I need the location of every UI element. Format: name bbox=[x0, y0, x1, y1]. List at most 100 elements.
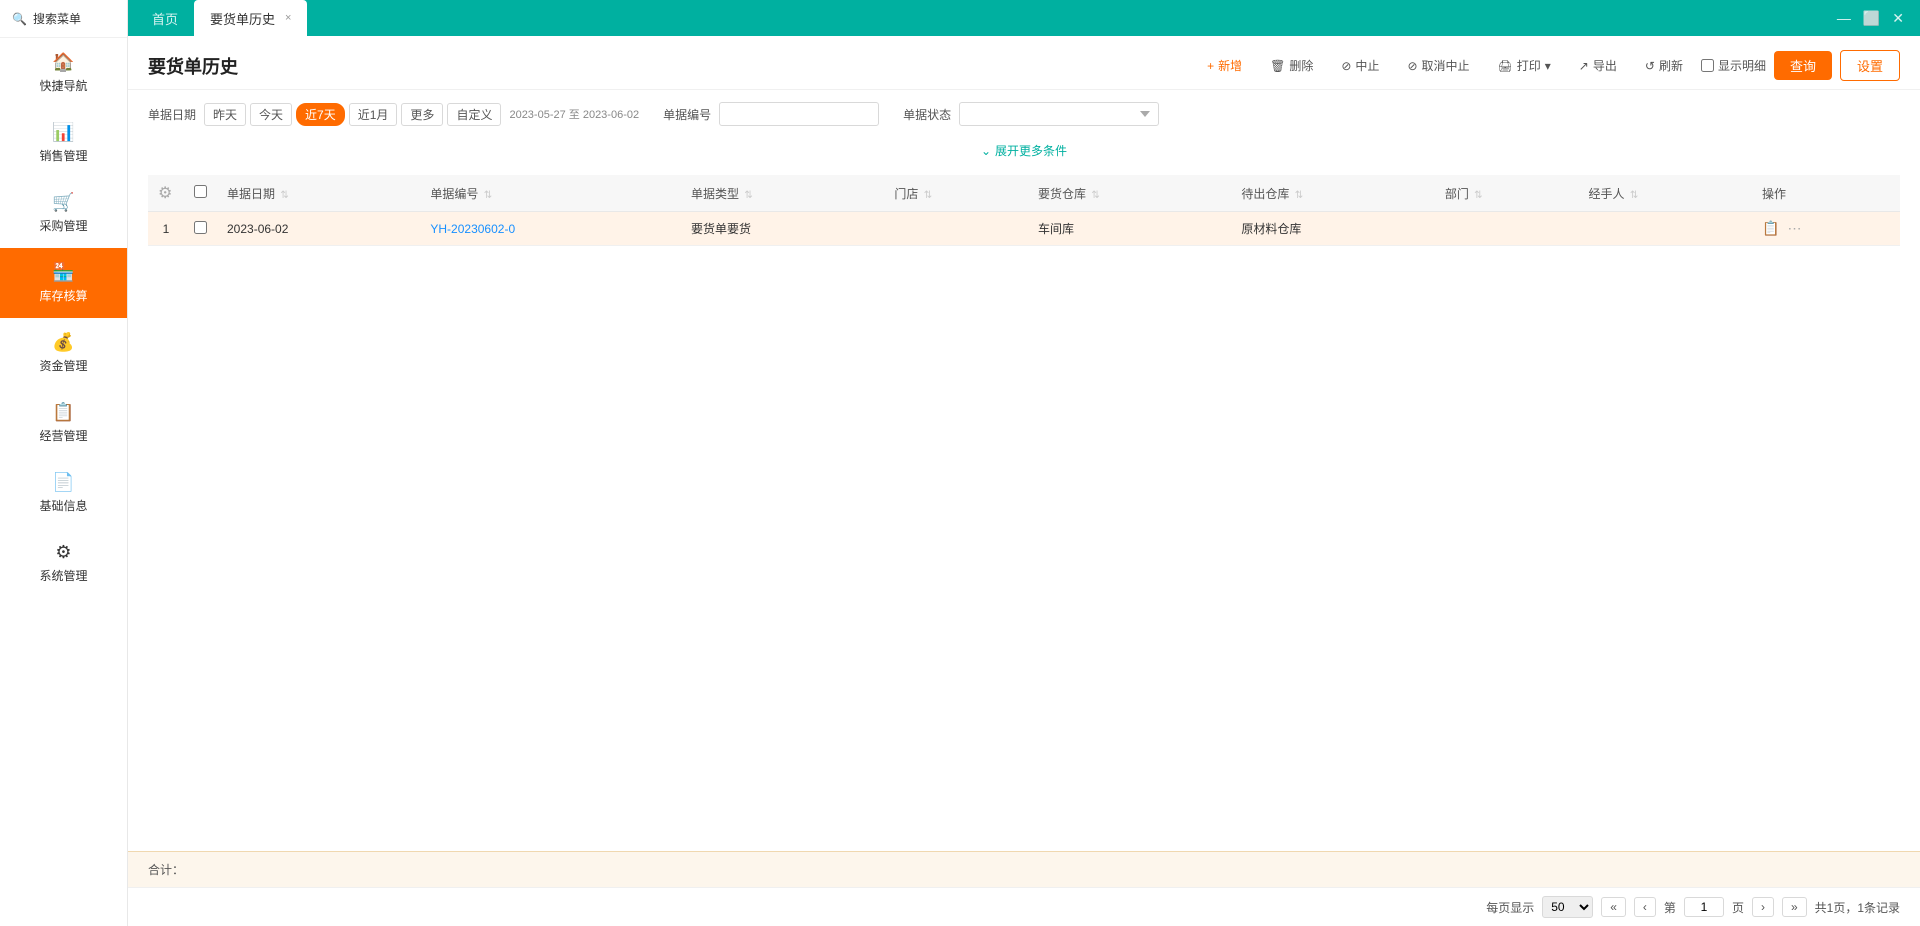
operation-icon: 📋 bbox=[52, 402, 74, 423]
col-pending-warehouse: 待出仓库 ⇅ bbox=[1231, 175, 1434, 212]
date-btn-last7days[interactable]: 近7天 bbox=[296, 103, 345, 126]
sort-req-warehouse-icon[interactable]: ⇅ bbox=[1091, 190, 1099, 201]
date-filter-label: 单据日期 bbox=[148, 106, 196, 123]
filter-area: 单据日期 昨天 今天 近7天 近1月 更多 自定义 2023-05-27 至 2… bbox=[128, 90, 1920, 175]
content-area: 要货单历史 + 新增 🗑 删除 ⊘ 中止 ⊘ 取消中止 bbox=[128, 36, 1920, 926]
date-btn-custom[interactable]: 自定义 bbox=[447, 103, 501, 126]
select-all-checkbox[interactable] bbox=[194, 185, 207, 198]
row-dept bbox=[1435, 212, 1579, 246]
sidebar-item-inventory[interactable]: 🏪 库存核算 bbox=[0, 248, 127, 318]
inventory-icon: 🏪 bbox=[52, 262, 74, 283]
sort-doctype-icon[interactable]: ⇅ bbox=[744, 190, 752, 201]
print-icon: 🖨 bbox=[1498, 59, 1513, 73]
table-footer: 合计： bbox=[128, 851, 1920, 887]
sidebar-item-purchase[interactable]: 🛒 采购管理 bbox=[0, 178, 127, 248]
cancel-stop-icon: ⊘ bbox=[1407, 59, 1417, 73]
col-settings: ⚙ bbox=[148, 175, 184, 212]
sidebar-item-basic[interactable]: 📄 基础信息 bbox=[0, 458, 127, 528]
table-area: ⚙ 单据日期 ⇅ 单据编号 ⇅ bbox=[128, 175, 1920, 851]
row-docno: YH-20230602-0 bbox=[420, 212, 681, 246]
col-req-warehouse-label: 要货仓库 bbox=[1038, 187, 1086, 201]
sidebar-item-quick-nav[interactable]: 🏠 快捷导航 bbox=[0, 38, 127, 108]
tab-bar-right: — ⬜ ✕ bbox=[1837, 10, 1912, 27]
tab-home[interactable]: 首页 bbox=[136, 0, 194, 36]
row-num-value: 1 bbox=[163, 222, 170, 236]
print-button[interactable]: 🖨 打印 ▾ bbox=[1488, 53, 1561, 78]
expand-icon: ⌄ bbox=[981, 144, 991, 158]
sidebar-label-sales: 销售管理 bbox=[39, 147, 87, 164]
settings-icon[interactable]: ⚙ bbox=[158, 185, 172, 202]
sidebar-item-sales[interactable]: 📊 销售管理 bbox=[0, 108, 127, 178]
col-date: 单据日期 ⇅ bbox=[217, 175, 420, 212]
query-button[interactable]: 查询 bbox=[1774, 51, 1832, 80]
page-suffix-label: 页 bbox=[1732, 899, 1744, 916]
window-maximize-icon[interactable]: ⬜ bbox=[1863, 10, 1880, 27]
row-checkbox[interactable] bbox=[194, 221, 207, 234]
sidebar-item-system[interactable]: ⚙ 系统管理 bbox=[0, 528, 127, 598]
col-store: 门店 ⇅ bbox=[884, 175, 1028, 212]
status-filter-label: 单据状态 bbox=[903, 106, 951, 123]
cancel-stop-button[interactable]: ⊘ 取消中止 bbox=[1397, 53, 1479, 78]
sidebar: 🔍 搜索菜单 🏠 快捷导航 📊 销售管理 🛒 采购管理 🏪 库存核算 💰 资金管… bbox=[0, 0, 128, 926]
next-page-button[interactable]: › bbox=[1752, 897, 1774, 917]
sidebar-item-finance[interactable]: 💰 资金管理 bbox=[0, 318, 127, 388]
sidebar-search[interactable]: 🔍 搜索菜单 bbox=[0, 0, 127, 38]
system-icon: ⚙ bbox=[55, 542, 71, 563]
date-buttons: 昨天 今天 近7天 近1月 更多 自定义 bbox=[204, 103, 501, 126]
date-btn-yesterday[interactable]: 昨天 bbox=[204, 103, 246, 126]
total-info: 共1页，1条记录 bbox=[1815, 899, 1900, 916]
tab-close-icon[interactable]: × bbox=[285, 12, 291, 24]
col-docno-label: 单据编号 bbox=[430, 187, 478, 201]
row-handler bbox=[1578, 212, 1752, 246]
row-pending-warehouse: 原材料仓库 bbox=[1231, 212, 1434, 246]
edit-icon[interactable]: 📋 bbox=[1762, 220, 1779, 237]
ops-cell: 📋 ⋯ bbox=[1762, 220, 1890, 237]
expand-more-button[interactable]: ⌄ 展开更多条件 bbox=[973, 138, 1075, 163]
expand-label: 展开更多条件 bbox=[995, 142, 1067, 159]
sort-docno-icon[interactable]: ⇅ bbox=[484, 190, 492, 201]
tab-home-label: 首页 bbox=[152, 9, 178, 28]
date-btn-more[interactable]: 更多 bbox=[401, 103, 443, 126]
more-ops-icon[interactable]: ⋯ bbox=[1787, 220, 1801, 237]
page-number-input[interactable] bbox=[1684, 897, 1724, 917]
delete-button[interactable]: 🗑 删除 bbox=[1260, 53, 1323, 78]
refresh-button[interactable]: ↺ 刷新 bbox=[1635, 53, 1693, 78]
row-doctype: 要货单要货 bbox=[681, 212, 884, 246]
sort-handler-icon[interactable]: ⇅ bbox=[1630, 190, 1638, 201]
sidebar-item-operation[interactable]: 📋 经营管理 bbox=[0, 388, 127, 458]
sidebar-search-label: 搜索菜单 bbox=[33, 10, 81, 27]
show-detail-input[interactable] bbox=[1701, 59, 1714, 72]
last-page-button[interactable]: » bbox=[1782, 897, 1807, 917]
cancel-stop-label: 取消中止 bbox=[1422, 57, 1470, 74]
first-page-button[interactable]: « bbox=[1601, 897, 1626, 917]
col-handler: 经手人 ⇅ bbox=[1578, 175, 1752, 212]
date-btn-last1month[interactable]: 近1月 bbox=[349, 103, 398, 126]
export-button[interactable]: ↗ 导出 bbox=[1569, 53, 1627, 78]
date-btn-today[interactable]: 今天 bbox=[250, 103, 292, 126]
sort-pending-warehouse-icon[interactable]: ⇅ bbox=[1295, 190, 1303, 201]
row-docno-link[interactable]: YH-20230602-0 bbox=[430, 222, 515, 236]
setting-button[interactable]: 设置 bbox=[1840, 50, 1900, 81]
stop-button[interactable]: ⊘ 中止 bbox=[1331, 53, 1389, 78]
docno-filter-input[interactable] bbox=[719, 102, 879, 126]
tab-requisition-history[interactable]: 要货单历史 × bbox=[194, 0, 307, 36]
col-docno: 单据编号 ⇅ bbox=[420, 175, 681, 212]
new-label: 新增 bbox=[1218, 57, 1242, 74]
col-store-label: 门店 bbox=[894, 187, 918, 201]
sort-date-icon[interactable]: ⇅ bbox=[280, 190, 288, 201]
new-button[interactable]: + 新增 bbox=[1197, 53, 1252, 78]
show-detail-checkbox[interactable]: 显示明细 bbox=[1701, 57, 1766, 74]
sidebar-label-operation: 经营管理 bbox=[39, 427, 87, 444]
new-icon: + bbox=[1207, 59, 1214, 73]
table-header-row: ⚙ 单据日期 ⇅ 单据编号 ⇅ bbox=[148, 175, 1900, 212]
window-minimize-icon[interactable]: — bbox=[1837, 10, 1851, 26]
window-close-icon[interactable]: ✕ bbox=[1892, 10, 1904, 27]
per-page-select[interactable]: 10 20 50 100 bbox=[1542, 896, 1593, 918]
delete-label: 删除 bbox=[1289, 57, 1313, 74]
row-num: 1 bbox=[148, 212, 184, 246]
status-filter-select[interactable] bbox=[959, 102, 1159, 126]
sort-dept-icon[interactable]: ⇅ bbox=[1474, 190, 1482, 201]
data-table: ⚙ 单据日期 ⇅ 单据编号 ⇅ bbox=[148, 175, 1900, 246]
prev-page-button[interactable]: ‹ bbox=[1634, 897, 1656, 917]
sort-store-icon[interactable]: ⇅ bbox=[924, 190, 932, 201]
